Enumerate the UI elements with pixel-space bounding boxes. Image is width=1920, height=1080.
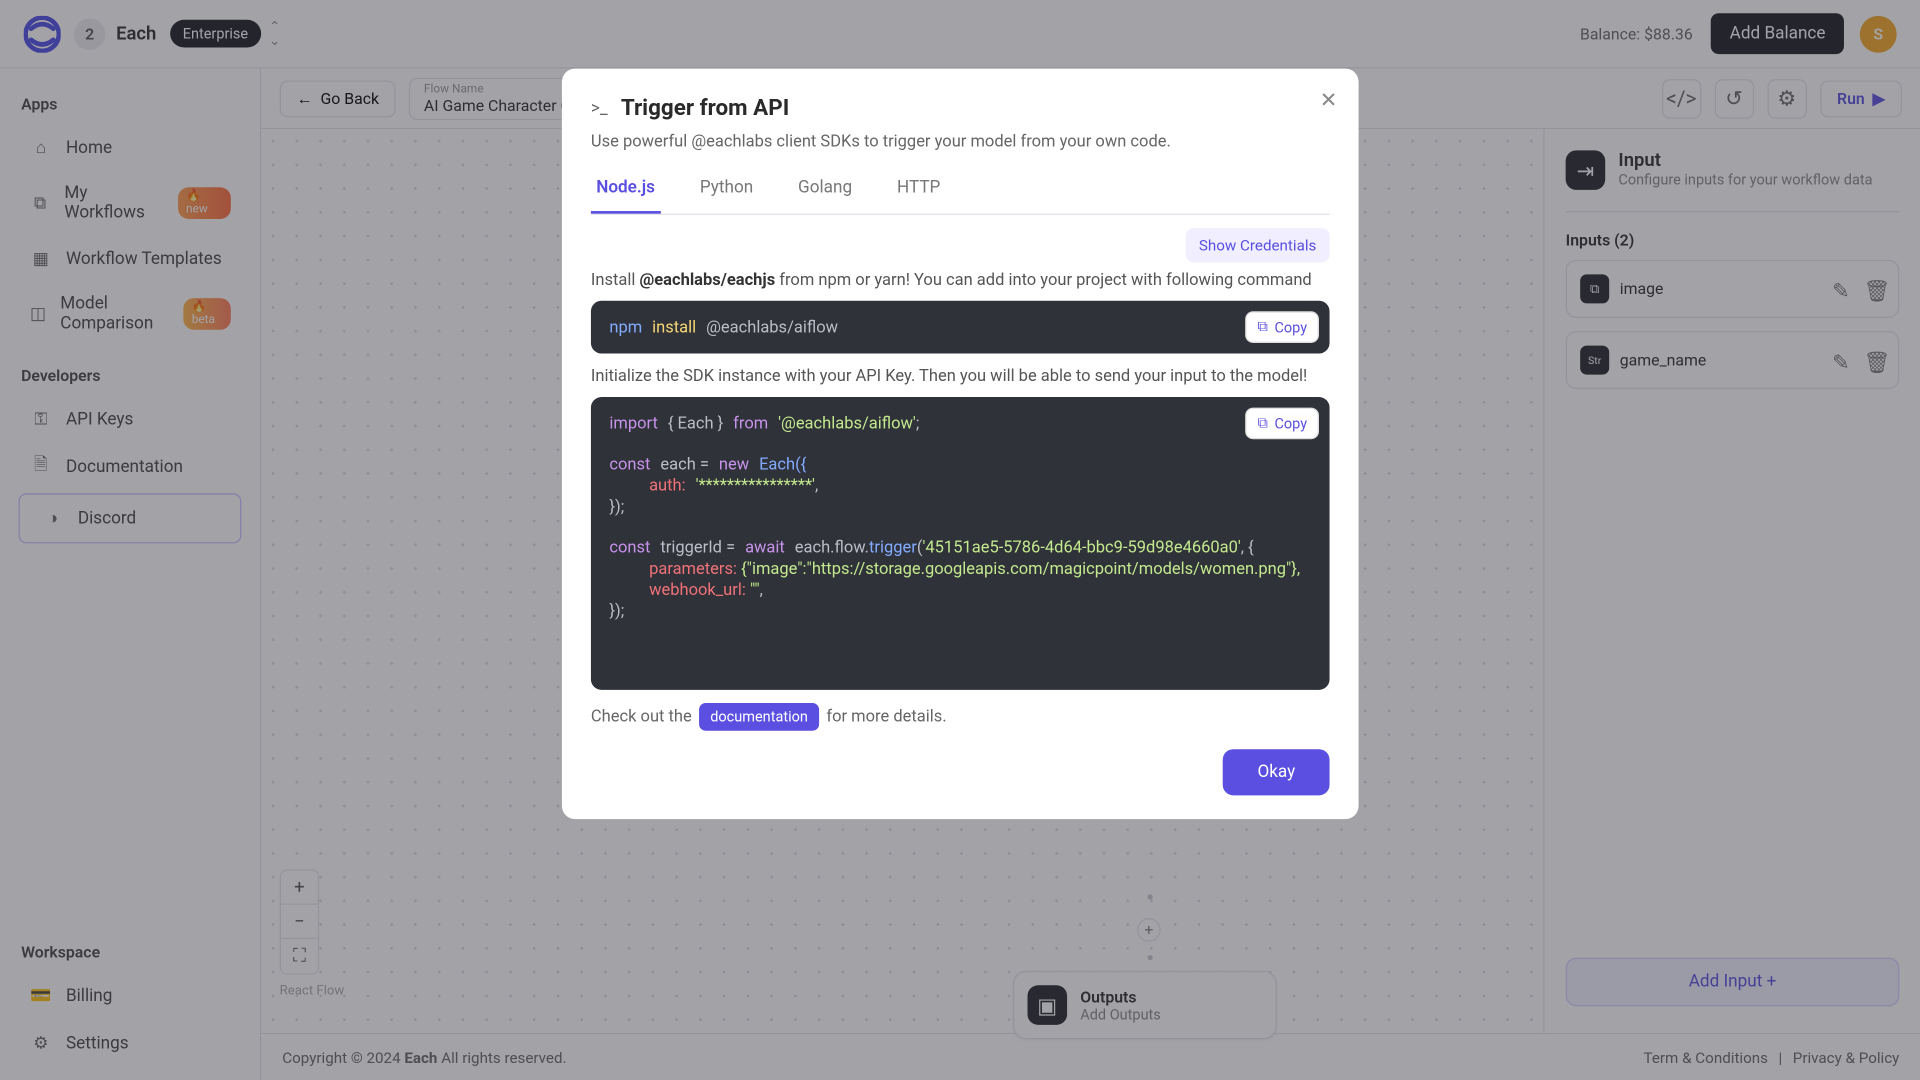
copy-icon: ⧉ (1258, 414, 1268, 432)
copy-icon: ⧉ (1258, 318, 1268, 336)
install-command-block: ⧉Copy npm install @eachlabs/aiflow (591, 301, 1330, 354)
install-instruction: Install @eachlabs/eachjs from npm or yar… (591, 270, 1330, 290)
language-tabs: Node.js Python Golang HTTP (591, 168, 1330, 215)
copy-button[interactable]: ⧉Copy (1246, 408, 1319, 440)
terminal-icon: >_ (591, 98, 608, 118)
show-credentials-button[interactable]: Show Credentials (1186, 228, 1330, 262)
close-icon[interactable]: ✕ (1320, 87, 1338, 112)
tab-http[interactable]: HTTP (892, 168, 946, 214)
modal-title: Trigger from API (621, 95, 789, 121)
modal-overlay[interactable]: ✕ >_ Trigger from API Use powerful @each… (0, 0, 1920, 1080)
sdk-code-block: ⧉Copyimport { Each } from '@eachlabs/aif… (591, 397, 1330, 690)
tab-golang[interactable]: Golang (793, 168, 858, 214)
modal-description: Use powerful @eachlabs client SDKs to tr… (591, 132, 1330, 152)
documentation-link[interactable]: documentation (700, 703, 819, 731)
tab-nodejs[interactable]: Node.js (591, 168, 660, 214)
tab-python[interactable]: Python (695, 168, 759, 214)
init-instruction: Initialize the SDK instance with your AP… (591, 367, 1330, 387)
docs-checkout: Check out the documentation for more det… (591, 703, 1330, 731)
copy-button[interactable]: ⧉Copy (1246, 311, 1319, 343)
trigger-api-modal: ✕ >_ Trigger from API Use powerful @each… (562, 69, 1359, 820)
okay-button[interactable]: Okay (1223, 749, 1329, 795)
